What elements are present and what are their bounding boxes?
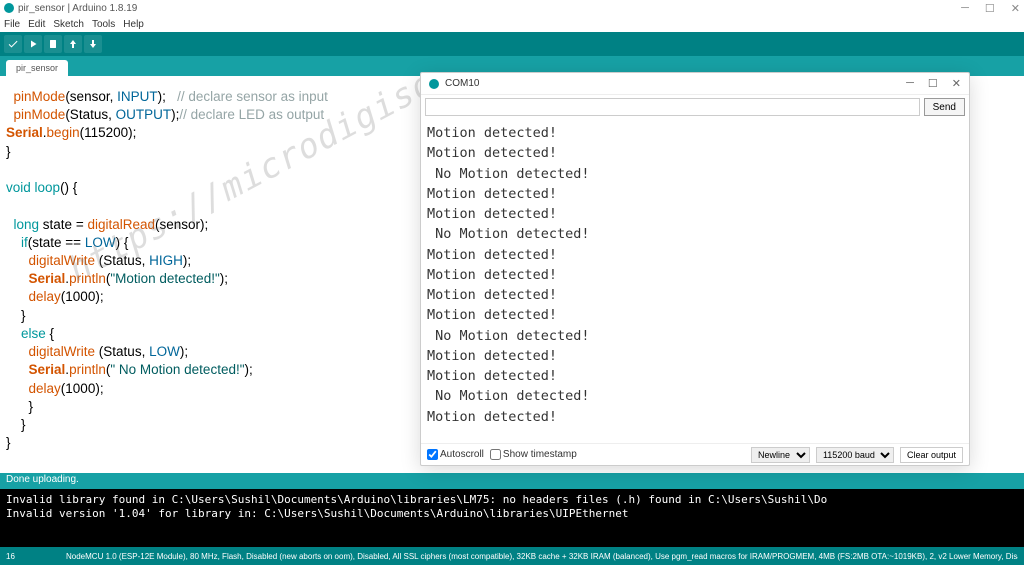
status-text: Done uploading. — [6, 474, 79, 485]
new-button[interactable] — [44, 35, 62, 53]
timestamp-checkbox[interactable] — [490, 449, 501, 460]
menu-bar: File Edit Sketch Tools Help — [0, 16, 1024, 32]
baud-select[interactable]: 115200 baud — [816, 447, 894, 463]
menu-edit[interactable]: Edit — [26, 19, 47, 30]
line-ending-select[interactable]: Newline — [751, 447, 810, 463]
serial-titlebar: COM10 ─ ☐ ✕ — [421, 73, 969, 95]
serial-output[interactable]: Motion detected! Motion detected! No Mot… — [421, 119, 969, 443]
clear-output-button[interactable]: Clear output — [900, 447, 963, 463]
minimize-icon[interactable]: ─ — [961, 2, 969, 15]
timestamp-checkbox-label[interactable]: Show timestamp — [490, 449, 577, 460]
window-title: pir_sensor | Arduino 1.8.19 — [18, 3, 961, 14]
board-info: NodeMCU 1.0 (ESP-12E Module), 80 MHz, Fl… — [66, 552, 1018, 561]
window-titlebar: pir_sensor | Arduino 1.8.19 ─ ☐ ✕ — [0, 0, 1024, 16]
verify-button[interactable] — [4, 35, 22, 53]
autoscroll-text: Autoscroll — [440, 449, 484, 460]
line-number: 16 — [6, 552, 66, 561]
serial-input[interactable] — [425, 98, 920, 116]
arrow-down-icon — [87, 38, 99, 50]
tab-label: pir_sensor — [16, 63, 58, 73]
menu-tools[interactable]: Tools — [90, 19, 117, 30]
arduino-app-icon — [4, 3, 14, 13]
menu-file[interactable]: File — [2, 19, 22, 30]
serial-send-button[interactable]: Send — [924, 98, 965, 116]
open-button[interactable] — [64, 35, 82, 53]
serial-title: COM10 — [445, 78, 906, 89]
serial-footer: Autoscroll Show timestamp Newline 115200… — [421, 443, 969, 465]
check-icon — [7, 38, 19, 50]
serial-minimize-icon[interactable]: ─ — [906, 77, 914, 90]
file-icon — [47, 38, 59, 50]
sketch-tab[interactable]: pir_sensor — [6, 60, 68, 76]
menu-help[interactable]: Help — [121, 19, 146, 30]
status-bar: Done uploading. — [0, 473, 1024, 489]
autoscroll-checkbox-label[interactable]: Autoscroll — [427, 449, 484, 460]
autoscroll-checkbox[interactable] — [427, 449, 438, 460]
menu-sketch[interactable]: Sketch — [51, 19, 86, 30]
close-icon[interactable]: ✕ — [1011, 2, 1020, 15]
timestamp-text: Show timestamp — [503, 449, 577, 460]
serial-input-row: Send — [421, 95, 969, 119]
output-console[interactable]: Invalid library found in C:\Users\Sushil… — [0, 489, 1024, 547]
toolbar — [0, 32, 1024, 56]
serial-app-icon — [429, 79, 439, 89]
serial-monitor-window: COM10 ─ ☐ ✕ Send Motion detected! Motion… — [420, 72, 970, 466]
upload-button[interactable] — [24, 35, 42, 53]
arrow-right-icon — [27, 38, 39, 50]
save-button[interactable] — [84, 35, 102, 53]
serial-maximize-icon[interactable]: ☐ — [928, 77, 938, 90]
arrow-up-icon — [67, 38, 79, 50]
serial-close-icon[interactable]: ✕ — [952, 77, 961, 90]
footer-bar: 16 NodeMCU 1.0 (ESP-12E Module), 80 MHz,… — [0, 547, 1024, 565]
maximize-icon[interactable]: ☐ — [985, 2, 995, 15]
